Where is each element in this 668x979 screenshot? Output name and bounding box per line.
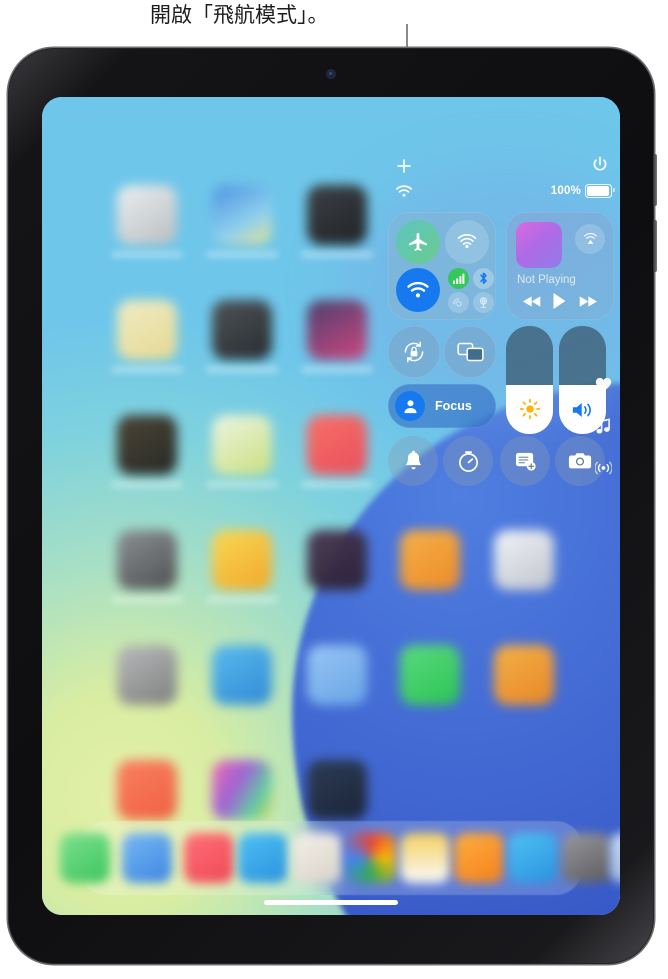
app-icon[interactable]: [117, 645, 177, 705]
app-icon[interactable]: [212, 185, 272, 245]
app-icon[interactable]: [212, 300, 272, 360]
dock-app-icon[interactable]: [122, 833, 172, 883]
now-playing-label: Not Playing: [517, 274, 576, 286]
app-icon[interactable]: [494, 645, 554, 705]
connectivity-module: [388, 212, 496, 320]
power-icon[interactable]: [592, 156, 608, 174]
app-icon[interactable]: [307, 760, 367, 820]
app-label: [301, 366, 373, 373]
app-label: [301, 481, 373, 488]
side-icon-group: [590, 377, 616, 501]
caption-text: 開啟「飛航模式」。: [150, 3, 329, 27]
control-center-bottom-row: [388, 436, 614, 486]
app-icon[interactable]: [307, 645, 367, 705]
dock-app-icon[interactable]: [346, 833, 396, 883]
home-indicator[interactable]: [264, 900, 398, 905]
app-label: [111, 251, 183, 258]
wifi-icon: [395, 185, 413, 197]
app-icon[interactable]: [400, 645, 460, 705]
media-module: Not Playing: [506, 212, 614, 320]
app-icon[interactable]: [307, 415, 367, 475]
app-icon[interactable]: [117, 300, 177, 360]
airplay-icon[interactable]: [575, 224, 605, 254]
app-label: [301, 251, 373, 258]
ipad-screen: 100% Not Playing Focus: [42, 97, 620, 915]
battery-percent: 100%: [550, 185, 581, 197]
app-label: [206, 481, 278, 488]
dock: [60, 821, 620, 895]
hearing-icon[interactable]: [590, 461, 616, 475]
music-note-icon[interactable]: [590, 418, 616, 435]
bluetooth-button[interactable]: [473, 268, 494, 289]
app-icon[interactable]: [212, 760, 272, 820]
battery-status: 100%: [550, 184, 615, 198]
dock-app-icon[interactable]: [400, 833, 450, 883]
fast-forward-button[interactable]: [578, 294, 597, 309]
front-camera-icon: [327, 70, 335, 78]
app-label: [206, 366, 278, 373]
dock-app-icon[interactable]: [562, 833, 612, 883]
focus-label: Focus: [435, 399, 472, 413]
dock-app-icon[interactable]: [184, 833, 234, 883]
app-label: [111, 596, 183, 603]
app-icon[interactable]: [307, 185, 367, 245]
app-icon[interactable]: [307, 300, 367, 360]
app-label: [111, 366, 183, 373]
app-icon[interactable]: [400, 530, 460, 590]
app-icon[interactable]: [212, 645, 272, 705]
app-icon[interactable]: [117, 530, 177, 590]
heart-icon[interactable]: [590, 377, 616, 392]
play-button[interactable]: [552, 292, 567, 310]
personal-hotspot-button[interactable]: [448, 292, 469, 313]
control-center-status-bar: 100%: [386, 156, 616, 208]
dock-app-icon[interactable]: [610, 833, 620, 883]
control-center: 100% Not Playing Focus: [382, 152, 620, 502]
app-label: [206, 596, 278, 603]
volume-up-button[interactable]: [653, 154, 657, 206]
battery-icon: [585, 184, 615, 198]
screen-mirroring-button[interactable]: [444, 326, 496, 378]
app-icon[interactable]: [117, 185, 177, 245]
app-label: [206, 251, 278, 258]
brightness-slider[interactable]: [506, 326, 553, 434]
dock-app-icon[interactable]: [508, 833, 558, 883]
app-icon[interactable]: [307, 530, 367, 590]
brightness-icon: [506, 398, 553, 420]
focus-button[interactable]: Focus: [388, 384, 496, 428]
cellular-data-button[interactable]: [448, 268, 469, 289]
alarm-button[interactable]: [388, 436, 438, 486]
dock-app-icon[interactable]: [238, 833, 288, 883]
album-art: [516, 222, 562, 268]
media-transport-controls: [506, 292, 614, 310]
dock-app-icon[interactable]: [454, 833, 504, 883]
ipad-device: 100% Not Playing Focus: [8, 48, 657, 964]
app-icon[interactable]: [494, 530, 554, 590]
airdrop-button[interactable]: [445, 220, 489, 264]
person-icon: [395, 391, 425, 421]
plus-icon[interactable]: [396, 158, 412, 174]
rewind-button[interactable]: [523, 294, 542, 309]
dock-app-icon[interactable]: [292, 833, 342, 883]
wifi-button[interactable]: [396, 268, 440, 312]
page-root: 開啟「飛航模式」。 100% Not Playing Focus: [0, 0, 668, 979]
app-icon[interactable]: [117, 760, 177, 820]
vpn-button[interactable]: [473, 292, 494, 313]
timer-button[interactable]: [443, 436, 493, 486]
rotation-lock-button[interactable]: [388, 326, 440, 378]
app-icon[interactable]: [212, 415, 272, 475]
app-label: [111, 481, 183, 488]
app-icon[interactable]: [212, 530, 272, 590]
airplane-mode-button[interactable]: [396, 220, 440, 264]
dock-app-icon[interactable]: [60, 833, 110, 883]
volume-down-button[interactable]: [653, 220, 657, 272]
quick-note-button[interactable]: [500, 436, 550, 486]
app-icon[interactable]: [117, 415, 177, 475]
